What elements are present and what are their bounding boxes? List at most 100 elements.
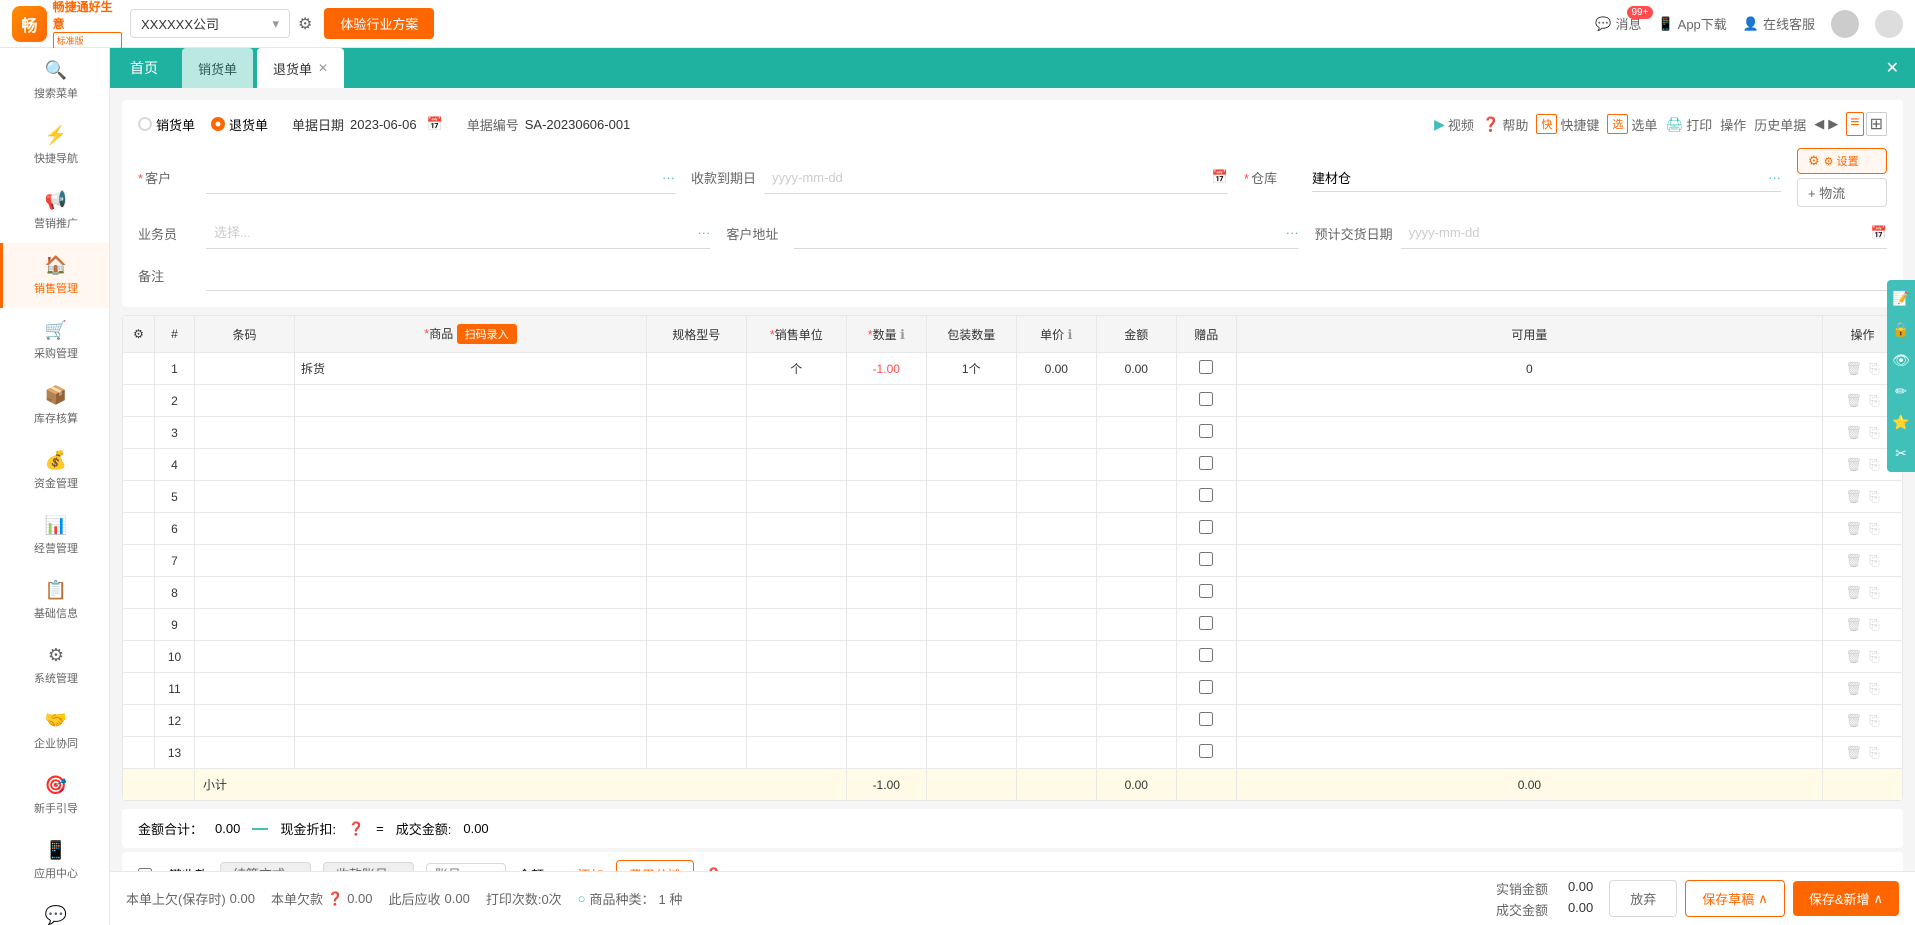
sidebar-item-system[interactable]: ⚙ 系统管理 (0, 633, 109, 698)
gift-checkbox-7[interactable] (1199, 584, 1213, 598)
account-select[interactable]: 收款账号 (323, 862, 414, 871)
sidebar-item-enterprise[interactable]: 🤝 企业协同 (0, 698, 109, 763)
prev-btn[interactable]: ◀ (1814, 116, 1824, 132)
sidebar-item-search[interactable]: 🔍 搜索菜单 (0, 48, 109, 113)
gift-checkbox-12[interactable] (1199, 744, 1213, 758)
delete-icon-7[interactable]: 🗑 (1845, 585, 1862, 600)
help-action[interactable]: ❓ 帮助 (1482, 115, 1528, 134)
delete-icon-0[interactable]: 🗑 (1845, 361, 1862, 376)
sidebar-item-wechat[interactable]: 💬 企业微信 (0, 893, 109, 925)
sidebar-item-marketing[interactable]: 📢 营销推广 (0, 178, 109, 243)
customer-input[interactable] (206, 166, 662, 189)
operate-action[interactable]: 操作 (1720, 115, 1746, 134)
setup-button[interactable]: ⚙ ⚙ 设置 (1797, 148, 1887, 174)
customer-select-btn[interactable]: ··· (662, 170, 675, 185)
sidebar-item-guide[interactable]: 🎯 新手引导 (0, 763, 109, 828)
float-lock-btn[interactable]: 🔒 (1887, 315, 1915, 344)
sidebar-item-basic[interactable]: 📋 基础信息 (0, 568, 109, 633)
gift-checkbox-9[interactable] (1199, 648, 1213, 662)
sidebar-item-shortcut[interactable]: ⚡ 快捷导航 (0, 113, 109, 178)
col-settings-header[interactable]: ⚙ (123, 316, 155, 353)
gift-checkbox-6[interactable] (1199, 552, 1213, 566)
salesperson-select-btn[interactable]: ··· (697, 225, 710, 240)
next-btn[interactable]: ▶ (1828, 116, 1838, 132)
float-note-btn[interactable]: 📝 (1887, 284, 1915, 313)
salesperson-input[interactable] (206, 221, 697, 244)
delete-icon-8[interactable]: 🗑 (1845, 617, 1862, 632)
delete-icon-6[interactable]: 🗑 (1845, 553, 1862, 568)
gift-checkbox-1[interactable] (1199, 392, 1213, 406)
logistics-button[interactable]: + 物流 (1797, 178, 1887, 207)
copy-icon-9[interactable]: ⎘ (1869, 649, 1879, 664)
gift-checkbox-8[interactable] (1199, 616, 1213, 630)
online-service-item[interactable]: 👤 在线客服 (1743, 14, 1815, 33)
sidebar-item-operation[interactable]: 📊 经营管理 (0, 503, 109, 568)
sidebar-item-appstore[interactable]: 📱 应用中心 (0, 828, 109, 893)
save-new-button[interactable]: 保存&新增 ∧ (1793, 881, 1899, 916)
copy-icon-12[interactable]: ⎘ (1869, 745, 1879, 760)
delivery-date-input[interactable] (1401, 221, 1867, 244)
list-view-btn[interactable]: ≡ (1846, 112, 1863, 136)
gift-checkbox-0[interactable] (1199, 360, 1213, 374)
copy-icon-8[interactable]: ⎘ (1869, 617, 1879, 632)
calc-method-select[interactable]: 结算方式 (220, 862, 311, 871)
product-type-radio[interactable]: ○ (578, 891, 586, 906)
sidebar-item-inventory[interactable]: 📦 库存核算 (0, 373, 109, 438)
copy-icon-1[interactable]: ⎘ (1869, 393, 1879, 408)
warehouse-select-btn[interactable]: ··· (1768, 170, 1781, 185)
copy-icon-4[interactable]: ⎘ (1869, 489, 1879, 504)
tab-close-icon[interactable]: ✕ (318, 61, 328, 75)
settings-icon[interactable]: ⚙ (298, 14, 312, 34)
customer-address-input[interactable] (794, 221, 1285, 244)
expense-split-button[interactable]: 费用分摊 (616, 860, 694, 871)
question-debt-icon[interactable]: ❓ (327, 891, 343, 907)
message-item[interactable]: 💬 消息 99+ (1595, 14, 1641, 33)
delete-icon-10[interactable]: 🗑 (1845, 681, 1862, 696)
delete-icon-11[interactable]: 🗑 (1845, 713, 1862, 728)
avatar[interactable] (1831, 10, 1859, 38)
shortcut-action[interactable]: 快 快捷键 (1536, 114, 1599, 134)
gift-checkbox-5[interactable] (1199, 520, 1213, 534)
abandon-button[interactable]: 放弃 (1609, 880, 1677, 917)
copy-icon-11[interactable]: ⎘ (1869, 713, 1879, 728)
remark-input[interactable] (206, 263, 1887, 286)
company-selector[interactable]: XXXXXX公司 ▾ (130, 9, 290, 38)
float-edit-btn[interactable]: ✏ (1887, 377, 1915, 406)
delete-icon-9[interactable]: 🗑 (1845, 649, 1862, 664)
delete-icon-1[interactable]: 🗑 (1845, 393, 1862, 408)
delete-icon-4[interactable]: 🗑 (1845, 489, 1862, 504)
history-action[interactable]: 历史单据 (1754, 115, 1806, 134)
sidebar-item-sales[interactable]: 🏠 销售管理 (0, 243, 109, 308)
gift-checkbox-3[interactable] (1199, 456, 1213, 470)
gift-checkbox-10[interactable] (1199, 680, 1213, 694)
sidebar-item-purchase[interactable]: 🛒 采购管理 (0, 308, 109, 373)
copy-icon-0[interactable]: ⎘ (1869, 361, 1879, 376)
copy-icon-10[interactable]: ⎘ (1869, 681, 1879, 696)
delivery-date-icon[interactable]: 📅 (1871, 225, 1887, 241)
trial-button[interactable]: 体验行业方案 (324, 8, 434, 39)
gift-checkbox-2[interactable] (1199, 424, 1213, 438)
question-icon[interactable]: ❓ (348, 821, 364, 837)
tab-sale[interactable]: 销货单 (182, 48, 253, 88)
gift-checkbox-4[interactable] (1199, 488, 1213, 502)
float-star-btn[interactable]: ⭐ (1887, 408, 1915, 437)
delete-icon-5[interactable]: 🗑 (1845, 521, 1862, 536)
delete-icon-12[interactable]: 🗑 (1845, 745, 1862, 760)
sale-radio[interactable]: 销货单 (138, 115, 195, 134)
float-view-btn[interactable]: 👁 (1887, 346, 1915, 375)
select-action[interactable]: 选 选单 (1607, 114, 1657, 134)
print-action[interactable]: 🖨 打印 (1665, 115, 1712, 134)
payment-date-input[interactable] (764, 166, 1208, 189)
delete-icon-2[interactable]: 🗑 (1845, 425, 1862, 440)
scan-button[interactable]: 扫码录入 (457, 324, 517, 344)
copy-icon-3[interactable]: ⎘ (1869, 457, 1879, 472)
tab-close-right-icon[interactable]: ✕ (1870, 58, 1915, 78)
video-action[interactable]: ▶ 视频 (1434, 115, 1474, 134)
copy-icon-7[interactable]: ⎘ (1869, 585, 1879, 600)
account-input[interactable] (426, 863, 506, 871)
return-radio[interactable]: 退货单 (211, 115, 268, 134)
tab-return[interactable]: 退货单 ✕ (257, 48, 344, 88)
app-download-item[interactable]: 📱 App下载 (1657, 14, 1726, 33)
gift-checkbox-11[interactable] (1199, 712, 1213, 726)
copy-icon-5[interactable]: ⎘ (1869, 521, 1879, 536)
